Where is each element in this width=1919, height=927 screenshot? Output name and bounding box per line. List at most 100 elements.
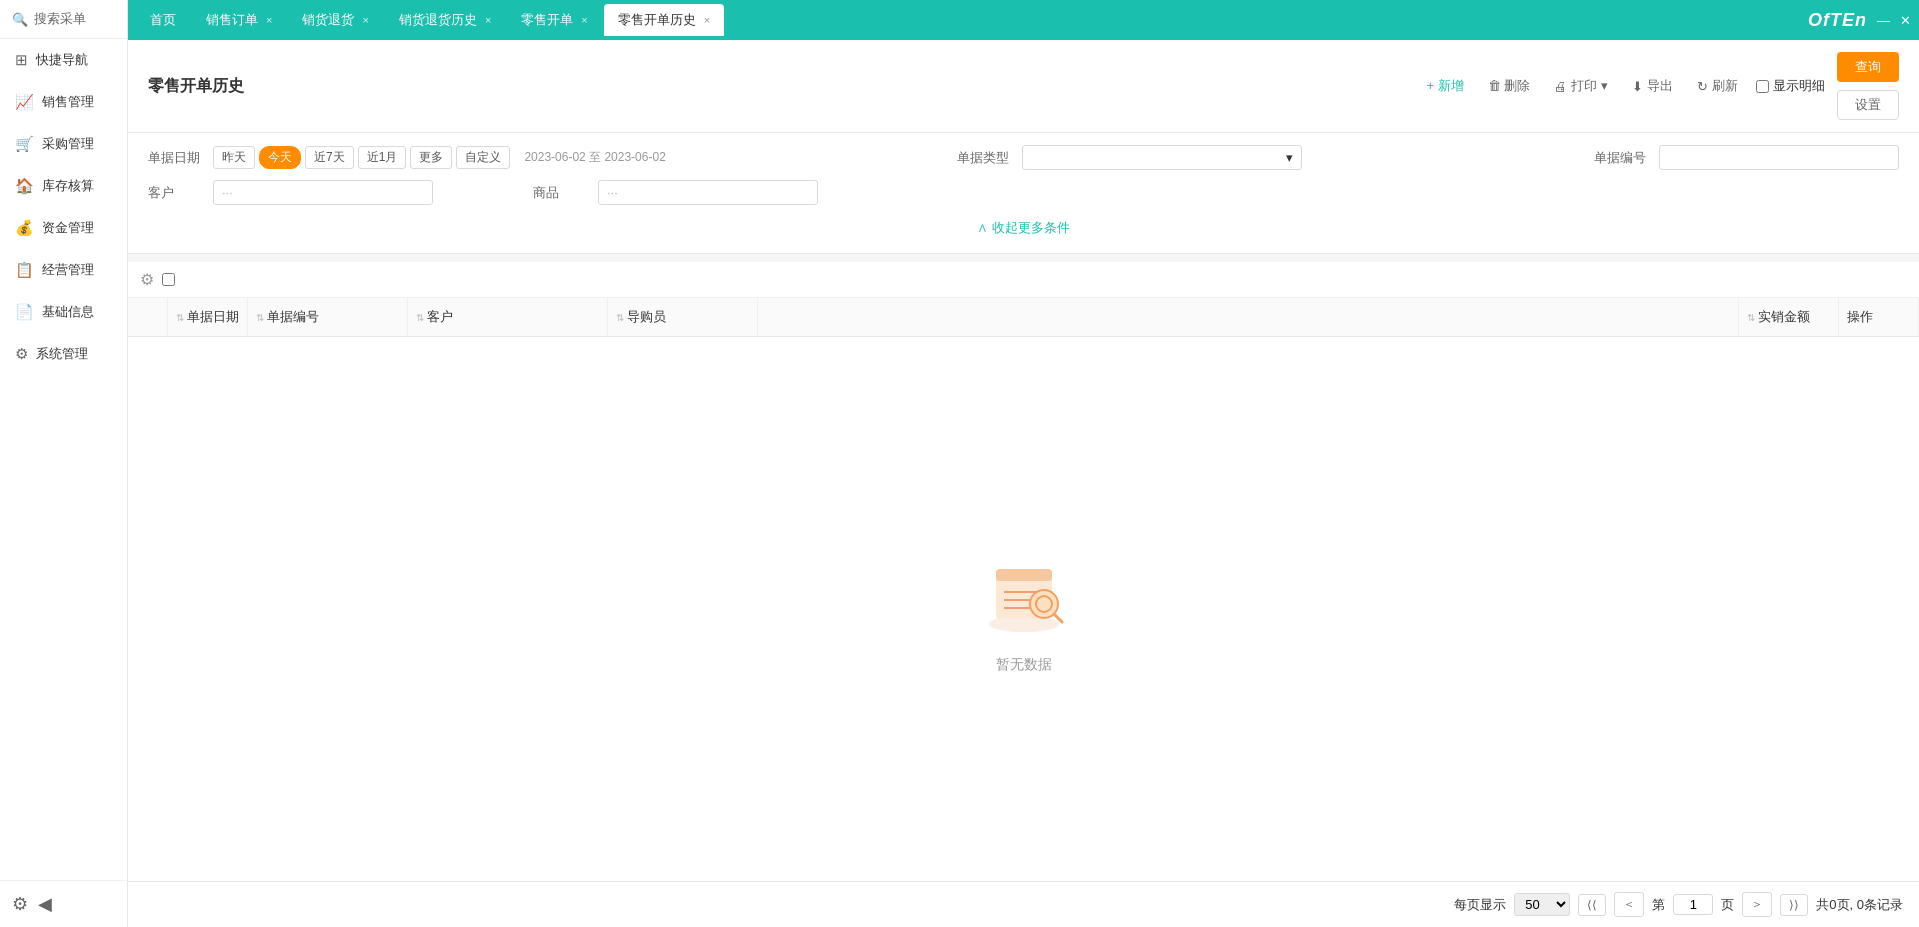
table-settings-icon[interactable]: ⚙ xyxy=(140,270,154,289)
sidebar-item-label: 经营管理 xyxy=(42,261,94,279)
goods-ellipsis: ··· xyxy=(607,185,618,200)
operations-icon: 📋 xyxy=(15,261,34,279)
minimize-btn[interactable]: — xyxy=(1877,13,1890,28)
th-actions-label: 操作 xyxy=(1847,308,1873,326)
th-date[interactable]: ⇅ 单据日期 xyxy=(168,298,248,336)
per-page-select[interactable]: 50 10 20 100 xyxy=(1514,893,1570,916)
next-page-btn[interactable]: ＞ xyxy=(1742,892,1772,917)
doc-type-select[interactable]: ▾ xyxy=(1022,145,1302,170)
th-customer-label: 客户 xyxy=(427,308,453,326)
query-button[interactable]: 查询 xyxy=(1837,52,1899,82)
purchase-mgmt-icon: 🛒 xyxy=(15,135,34,153)
tab-retail-open-label: 零售开单 xyxy=(521,11,573,29)
tab-home[interactable]: 首页 xyxy=(136,4,190,36)
date-btn-7days[interactable]: 近7天 xyxy=(305,146,354,169)
doc-no-input[interactable] xyxy=(1659,145,1899,170)
sidebar-item-quick-nav[interactable]: ⊞ 快捷导航 xyxy=(0,39,127,81)
date-btn-more[interactable]: 更多 xyxy=(410,146,452,169)
basic-info-icon: 📄 xyxy=(15,303,34,321)
customer-input[interactable]: ··· xyxy=(213,180,433,205)
tab-sales-return-history-label: 销货退货历史 xyxy=(399,11,477,29)
date-btn-yesterday[interactable]: 昨天 xyxy=(213,146,255,169)
last-page-btn[interactable]: ⟩⟩ xyxy=(1780,894,1808,916)
sidebar-item-operations[interactable]: 📋 经营管理 xyxy=(0,249,127,291)
table-header: ⇅ 单据日期 ⇅ 单据编号 ⇅ 客户 ⇅ 导购员 ⇅ 实销 xyxy=(128,298,1919,337)
display-detail-toggle[interactable]: 显示明细 xyxy=(1756,77,1825,95)
display-detail-checkbox[interactable] xyxy=(1756,80,1769,93)
print-button[interactable]: 🖨 🖨 打印 打印 ▾ xyxy=(1548,73,1614,99)
doc-no-label: 单据编号 xyxy=(1594,149,1649,167)
close-sales-return-icon[interactable]: × xyxy=(362,14,368,26)
empty-text: 暂无数据 xyxy=(996,656,1052,674)
collapse-sidebar-btn[interactable]: ◀ xyxy=(38,893,52,915)
display-detail-label: 显示明细 xyxy=(1773,77,1825,95)
date-range-display: 2023-06-02 至 2023-06-02 xyxy=(524,149,665,166)
export-button[interactable]: ⬇ 导出 xyxy=(1626,73,1679,99)
quick-nav-icon: ⊞ xyxy=(15,51,28,69)
close-retail-open-icon[interactable]: × xyxy=(581,14,587,26)
th-no-label: 单据编号 xyxy=(267,308,319,326)
date-btn-custom[interactable]: 自定义 xyxy=(456,146,510,169)
sidebar-item-sales-mgmt[interactable]: 📈 销售管理 xyxy=(0,81,127,123)
setting-button[interactable]: 设置 xyxy=(1837,90,1899,120)
tab-retail-open[interactable]: 零售开单 × xyxy=(507,4,601,36)
sidebar-search[interactable]: 🔍 搜索采单 xyxy=(0,0,127,39)
tab-retail-open-history[interactable]: 零售开单历史 × xyxy=(604,4,724,36)
close-sales-order-icon[interactable]: × xyxy=(266,14,272,26)
page-label: 页 xyxy=(1721,896,1734,914)
th-customer[interactable]: ⇅ 客户 xyxy=(408,298,608,336)
filter-row-date: 单据日期 昨天 今天 近7天 近1月 更多 自定义 2023-06-02 至 2… xyxy=(148,145,1899,170)
header-actions: + 新增 🗑 删除 🖨 🖨 打印 打印 ▾ ⬇ 导出 ↻ 刷新 xyxy=(1421,52,1899,120)
pagination: 每页显示 50 10 20 100 ⟨⟨ ＜ 第 页 ＞ ⟩⟩ 共0页, 0条记… xyxy=(128,881,1919,927)
refresh-button[interactable]: ↻ 刷新 xyxy=(1691,73,1744,99)
per-page-label: 每页显示 xyxy=(1454,896,1506,914)
tab-sales-return-history[interactable]: 销货退货历史 × xyxy=(385,4,505,36)
tab-bar-right: OfTEn — ✕ xyxy=(1808,10,1911,31)
doc-type-label: 单据类型 xyxy=(957,149,1012,167)
th-amount[interactable]: ⇅ 实销金额 xyxy=(1739,298,1839,336)
date-btn-1month[interactable]: 近1月 xyxy=(358,146,407,169)
close-btn[interactable]: ✕ xyxy=(1900,13,1911,28)
refresh-icon: ↻ xyxy=(1697,79,1708,94)
sales-mgmt-icon: 📈 xyxy=(15,93,34,111)
table-area: ⚙ ⇅ 单据日期 ⇅ 单据编号 ⇅ 客户 ⇅ 导购 xyxy=(128,262,1919,927)
main-content: 首页 销售订单 × 销货退货 × 销货退货历史 × 零售开单 × 零售开单历史 … xyxy=(128,0,1919,927)
sidebar-item-purchase-mgmt[interactable]: 🛒 采购管理 xyxy=(0,123,127,165)
sidebar-item-system[interactable]: ⚙ 系统管理 xyxy=(0,333,127,375)
first-page-btn[interactable]: ⟨⟨ xyxy=(1578,894,1606,916)
delete-button[interactable]: 🗑 删除 xyxy=(1482,73,1537,99)
sidebar-item-label: 系统管理 xyxy=(36,345,88,363)
sidebar-bottom: ⚙ ◀ xyxy=(0,880,127,927)
table-body: 暂无数据 xyxy=(128,337,1919,881)
th-no[interactable]: ⇅ 单据编号 xyxy=(248,298,408,336)
close-retail-open-history-icon[interactable]: × xyxy=(704,14,710,26)
query-setting-group: 查询 设置 xyxy=(1837,52,1899,120)
collapse-filter-btn[interactable]: ∧ 收起更多条件 xyxy=(148,215,1899,241)
page-header: 零售开单历史 + 新增 🗑 删除 🖨 🖨 打印 打印 ▾ ⬇ 导出 ↻ 刷新 xyxy=(128,40,1919,133)
date-btn-today[interactable]: 今天 xyxy=(259,146,301,169)
goods-input[interactable]: ··· xyxy=(598,180,818,205)
tab-sales-return[interactable]: 销货退货 × xyxy=(288,4,382,36)
table-toolbar: ⚙ xyxy=(128,262,1919,298)
tab-bar: 首页 销售订单 × 销货退货 × 销货退货历史 × 零售开单 × 零售开单历史 … xyxy=(128,0,1919,40)
date-btn-group: 昨天 今天 近7天 近1月 更多 自定义 xyxy=(213,146,510,169)
add-button[interactable]: + 新增 xyxy=(1421,73,1470,99)
sidebar-item-basic-info[interactable]: 📄 基础信息 xyxy=(0,291,127,333)
prev-page-btn[interactable]: ＜ xyxy=(1614,892,1644,917)
system-icon: ⚙ xyxy=(15,345,28,363)
sort-customer-icon: ⇅ xyxy=(416,312,424,323)
th-spacer xyxy=(758,298,1739,336)
tab-sales-order[interactable]: 销售订单 × xyxy=(192,4,286,36)
sidebar-item-label: 采购管理 xyxy=(42,135,94,153)
page-number-input[interactable] xyxy=(1673,894,1713,915)
settings-btn[interactable]: ⚙ xyxy=(12,893,28,915)
close-sales-return-history-icon[interactable]: × xyxy=(485,14,491,26)
sidebar-item-finance[interactable]: 💰 资金管理 xyxy=(0,207,127,249)
sidebar-item-inventory[interactable]: 🏠 库存核算 xyxy=(0,165,127,207)
sort-no-icon: ⇅ xyxy=(256,312,264,323)
th-guide[interactable]: ⇅ 导购员 xyxy=(608,298,758,336)
filter-area: 单据日期 昨天 今天 近7天 近1月 更多 自定义 2023-06-02 至 2… xyxy=(128,133,1919,254)
sort-amount-icon: ⇅ xyxy=(1747,312,1755,323)
sidebar-item-label: 销售管理 xyxy=(42,93,94,111)
select-all-checkbox[interactable] xyxy=(162,273,175,286)
